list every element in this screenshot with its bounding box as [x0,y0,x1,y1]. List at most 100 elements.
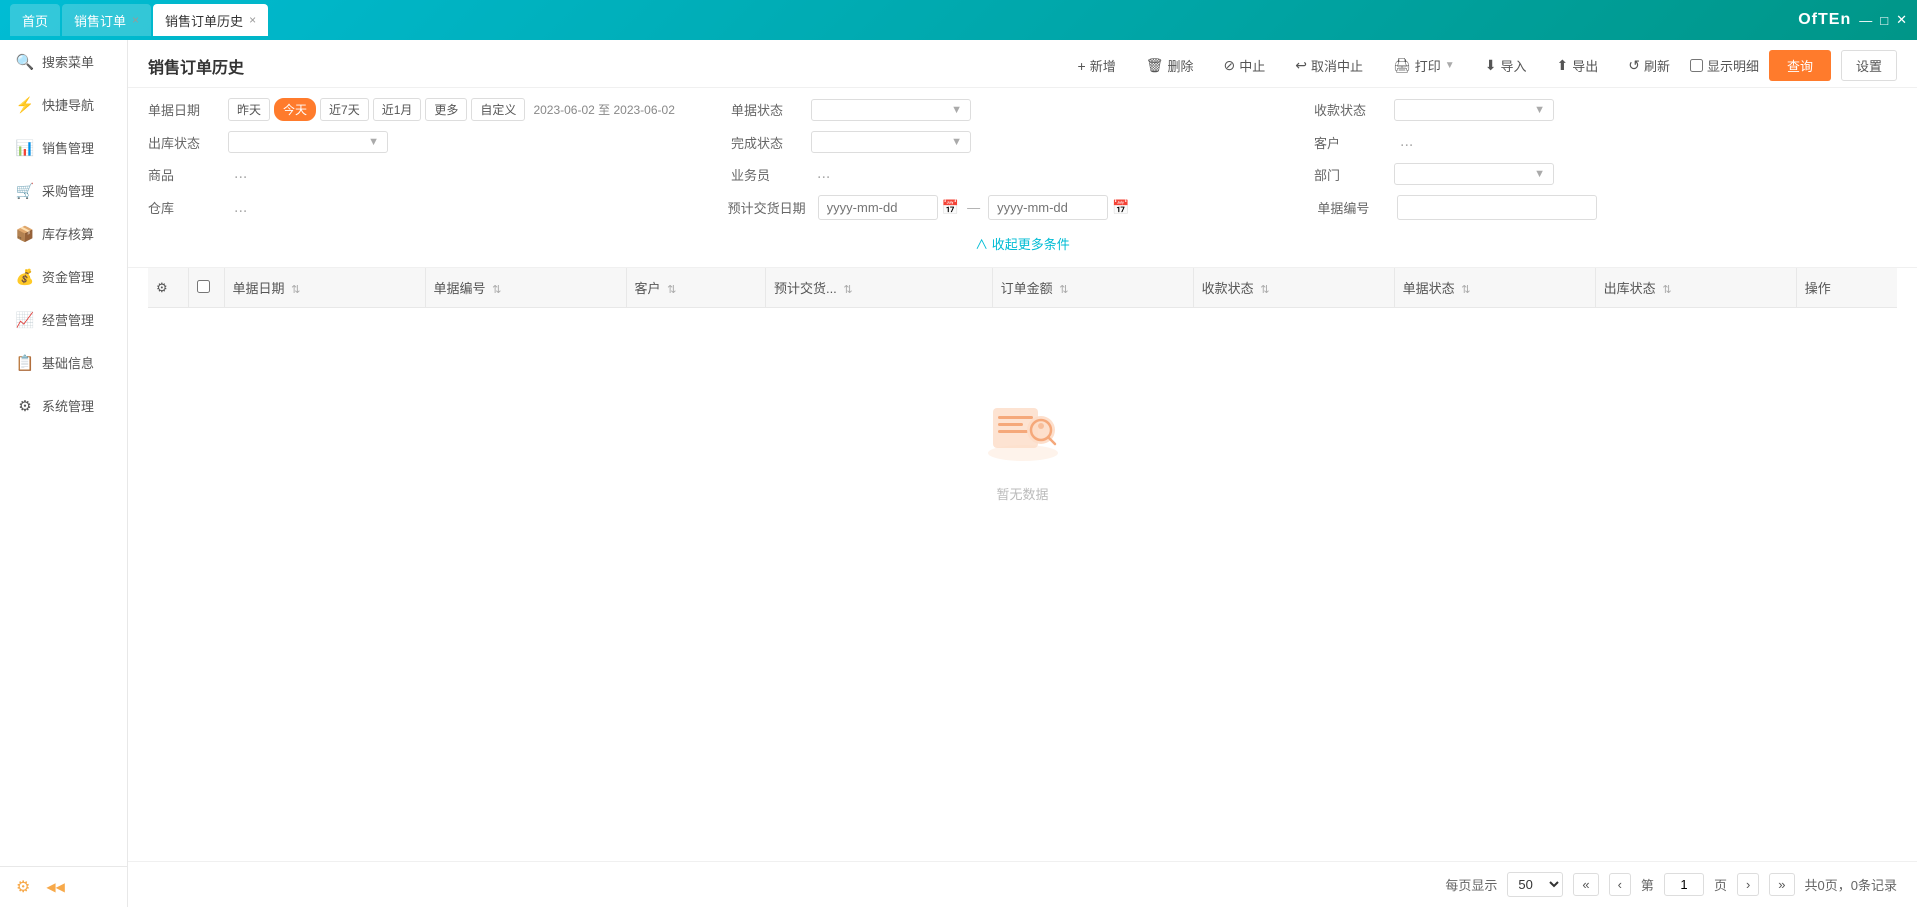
show-detail-checkbox[interactable] [1690,59,1703,72]
sidebar-item-business[interactable]: 📈 经营管理 [0,298,127,341]
col-payment-status-sort-icon[interactable]: ⇅ [1260,284,1269,296]
complete-status-label: 完成状态 [731,133,811,152]
sidebar-item-system-label: 系统管理 [42,396,94,415]
table-settings-icon[interactable]: ⚙ [156,280,168,295]
stop-btn[interactable]: ⊘ 中止 [1214,51,1276,80]
sidebar-item-inventory[interactable]: 📦 库存核算 [0,212,127,255]
payment-status-label: 收款状态 [1314,100,1394,119]
filter-row-3: 商品 ... 业务员 ... 部门 ▼ [148,163,1897,185]
out-status-label: 出库状态 [148,133,228,152]
date-more-btn[interactable]: 更多 [425,98,467,121]
select-all-checkbox[interactable] [197,280,210,293]
table-area: ⚙ 单据日期 ⇅ 单据编号 ⇅ [128,268,1917,861]
business-icon: 📈 [16,311,34,329]
col-bill-date: 单据日期 ⇅ [224,268,425,308]
first-page-btn[interactable]: « [1573,873,1598,896]
expected-date-to[interactable] [988,195,1108,220]
col-order-amount-sort-icon[interactable]: ⇅ [1059,284,1068,296]
sidebar-item-search-label: 搜索菜单 [42,52,94,71]
sidebar-item-basic-info[interactable]: 📋 基础信息 [0,341,127,384]
tab-sales-order-history-close[interactable]: × [249,13,256,27]
date-yesterday-btn[interactable]: 昨天 [228,98,270,121]
cancel-stop-icon: ↩ [1295,57,1307,74]
sidebar-item-finance[interactable]: 💰 资金管理 [0,255,127,298]
window-max-icon[interactable]: □ [1880,13,1888,28]
delete-btn[interactable]: 🗑 删除 [1136,51,1204,80]
col-action: 操作 [1796,268,1897,308]
department-select[interactable]: ▼ [1394,163,1554,185]
tab-sales-order-label: 销售订单 [74,11,126,30]
date-1month-btn[interactable]: 近1月 [373,98,422,121]
finance-icon: 💰 [16,268,34,286]
calendar-from-icon[interactable]: 📅 [942,199,959,216]
sidebar-item-quick-nav[interactable]: ⚡ 快捷导航 [0,83,127,126]
next-page-btn[interactable]: › [1737,873,1759,896]
col-out-status: 出库状态 ⇅ [1595,268,1796,308]
query-btn[interactable]: 查询 [1769,50,1831,81]
page-titlebar: 销售订单历史 + 新增 🗑 删除 ⊘ 中止 ↩ 取消中止 [128,40,1917,88]
warehouse-filter-control: ... [228,197,728,219]
col-bill-number: 单据编号 ⇅ [425,268,626,308]
col-bill-number-sort-icon[interactable]: ⇅ [492,284,501,296]
sidebar-item-purchase[interactable]: 🛒 采购管理 [0,169,127,212]
customer-ellipsis-btn[interactable]: ... [1394,131,1419,153]
out-status-select[interactable]: ▼ [228,131,388,153]
col-bill-status-sort-icon[interactable]: ⇅ [1461,284,1470,296]
page-number-input[interactable] [1664,873,1704,896]
export-btn[interactable]: ⬆ 导出 [1546,51,1608,80]
print-btn[interactable]: 🖨 打印 ▼ [1383,51,1465,80]
cancel-stop-btn[interactable]: ↩ 取消中止 [1285,51,1373,80]
col-bill-date-sort-icon[interactable]: ⇅ [291,284,300,296]
col-expected-delivery-sort-icon[interactable]: ⇅ [843,284,852,296]
tab-sales-order-close[interactable]: × [132,13,139,27]
date-7days-btn[interactable]: 近7天 [320,98,369,121]
settings-bottom-icon[interactable]: ⚙ [16,877,30,897]
refresh-btn-label: 刷新 [1644,56,1670,75]
content-area: 销售订单历史 + 新增 🗑 删除 ⊘ 中止 ↩ 取消中止 [128,40,1917,907]
col-customer-sort-icon[interactable]: ⇅ [667,284,676,296]
stop-icon: ⊘ [1224,57,1236,74]
page-size-select[interactable]: 50 10 20 100 [1507,872,1563,897]
prev-page-btn[interactable]: ‹ [1609,873,1631,896]
last-page-btn[interactable]: » [1769,873,1794,896]
settings-btn[interactable]: 设置 [1841,50,1897,81]
tab-sales-order[interactable]: 销售订单 × [62,4,151,36]
col-order-amount-label: 订单金额 [1001,281,1053,296]
sidebar-item-sales[interactable]: 📊 销售管理 [0,126,127,169]
customer-filter-label: 客户 [1314,133,1394,152]
page-label-text: 第 [1641,875,1654,894]
refresh-icon: ↺ [1628,57,1640,74]
empty-text: 暂无数据 [996,484,1048,503]
col-payment-status: 收款状态 ⇅ [1193,268,1394,308]
bill-status-arrow-icon: ▼ [951,104,962,116]
col-out-status-sort-icon[interactable]: ⇅ [1662,284,1671,296]
calendar-to-icon[interactable]: 📅 [1112,199,1129,216]
salesperson-ellipsis-btn[interactable]: ... [811,163,836,185]
expected-date-from[interactable] [818,195,938,220]
sidebar-item-business-label: 经营管理 [42,310,94,329]
refresh-btn[interactable]: ↺ 刷新 [1618,51,1680,80]
product-ellipsis-btn[interactable]: ... [228,163,253,185]
new-btn[interactable]: + 新增 [1068,51,1126,80]
tab-home[interactable]: 首页 [10,4,60,36]
sidebar-item-search[interactable]: 🔍 搜索菜单 [0,40,127,83]
bill-number-input[interactable] [1397,195,1597,220]
import-btn[interactable]: ⬇ 导入 [1475,51,1537,80]
window-min-icon[interactable]: — [1859,13,1872,28]
search-menu-icon: 🔍 [16,53,34,71]
tab-sales-order-history[interactable]: 销售订单历史 × [153,4,268,36]
date-today-btn[interactable]: 今天 [274,98,316,121]
collapse-filter-btn[interactable]: ∧ 收起更多条件 [148,230,1897,257]
show-detail-checkbox-label[interactable]: 显示明细 [1690,56,1759,75]
payment-status-select[interactable]: ▼ [1394,99,1554,121]
bill-number-label: 单据编号 [1317,198,1397,217]
window-close-icon[interactable]: ✕ [1896,12,1907,28]
collapse-sidebar-icon[interactable]: ◀◀ [46,880,64,894]
bill-status-select[interactable]: ▼ [811,99,971,121]
sidebar-item-finance-label: 资金管理 [42,267,94,286]
complete-status-select[interactable]: ▼ [811,131,971,153]
collapse-icon: ∧ [975,237,992,252]
date-custom-btn[interactable]: 自定义 [471,98,525,121]
warehouse-ellipsis-btn[interactable]: ... [228,197,253,219]
sidebar-item-system[interactable]: ⚙ 系统管理 [0,384,127,427]
